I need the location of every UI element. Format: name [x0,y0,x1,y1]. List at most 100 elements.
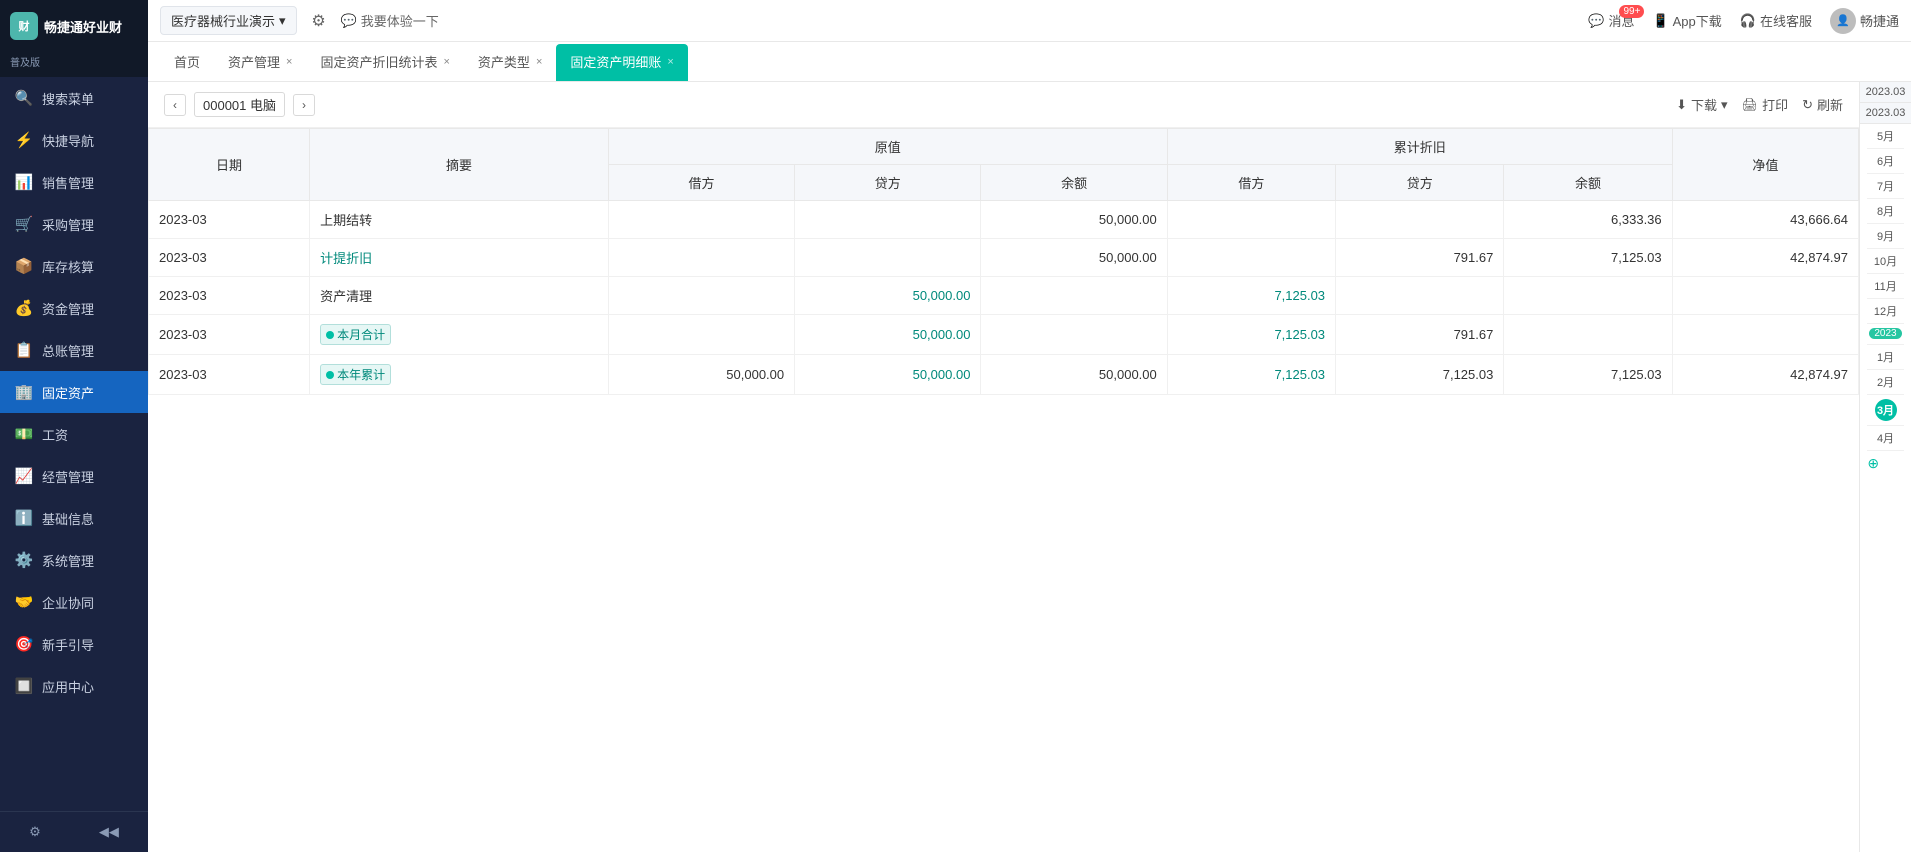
col-yz-credit: 贷方 [795,165,981,201]
message-icon: 💬 [1588,13,1604,29]
sidebar-icon-payroll: 💵 [14,424,34,444]
sidebar-nav: 🔍 搜索菜单 ⚡ 快捷导航 📊 销售管理 🛒 采购管理 📦 库存核算 💰 资金管… [0,77,148,811]
date-sidebar-header1: 2023.03 [1860,82,1911,103]
sidebar-item-capital[interactable]: 💰 资金管理 [0,287,148,329]
app-edition: 普及版 [0,52,148,77]
customer-service-btn[interactable]: 🎧 在线客服 [1740,11,1812,30]
sidebar-icon-inventory: 📦 [14,256,34,276]
sidebar-item-nav[interactable]: ⚡ 快捷导航 [0,119,148,161]
prev-asset-btn[interactable]: ‹ [164,94,186,116]
cell-summary-1: 计提折旧 [310,239,609,277]
main-area: 医疗器械行业演示 ▾ ⚙ 💬 我要体验一下 💬 消息 99+ 📱 App下载 🎧… [148,0,1911,852]
sidebar-item-search[interactable]: 🔍 搜索菜单 [0,77,148,119]
cell-netvalue-1: 42,874.97 [1672,239,1858,277]
tab-asset_type[interactable]: 资产类型× [464,44,556,81]
cell-yz-debit-1 [608,239,794,277]
sidebar-icon-operations: 📈 [14,466,34,486]
date-month-2月[interactable]: 2月 [1867,370,1903,395]
download-btn[interactable]: ⬇ 下载 ▾ [1676,95,1727,114]
col-summary: 摘要 [310,129,609,201]
experience-btn[interactable]: 💬 我要体验一下 [341,11,439,30]
topbar-settings-btn[interactable]: ⚙ [305,7,333,35]
app-download-btn[interactable]: 📱 App下载 [1652,11,1721,30]
table-row: 2023-03 资产清理 50,000.00 7,125.03 [149,277,1859,315]
sidebar-label-inventory: 库存核算 [42,257,94,276]
print-btn[interactable]: 🖨 打印 [1742,95,1789,114]
table-row: 2023-03 本月合计 50,000.00 7,125.03 791.67 [149,315,1859,355]
date-entry-5月[interactable]: 5月 [1867,124,1903,149]
asset-table: 日期 摘要 原值 累计折旧 净值 借方 贷方 余额 借方 贷方 余额 [148,128,1859,395]
sidebar-icon-fixed: 🏢 [14,382,34,402]
sidebar-label-purchase: 采购管理 [42,215,94,234]
date-month-1月[interactable]: 1月 [1867,345,1903,370]
tab-close-depreciation_stat[interactable]: × [443,56,449,68]
date-entry-6月[interactable]: 6月 [1867,149,1903,174]
download-icon: ⬇ [1676,97,1687,113]
sidebar-item-system[interactable]: ⚙️ 系统管理 [0,539,148,581]
project-selector[interactable]: 医疗器械行业演示 ▾ [160,6,297,35]
tab-asset_detail[interactable]: 固定资产明细账× [556,44,687,81]
date-year-badge: 2023 [1867,324,1903,345]
table-row: 2023-03 本年累计 50,000.00 50,000.00 50,000.… [149,355,1859,395]
cell-yz-credit-4: 50,000.00 [795,355,981,395]
sidebar-item-general[interactable]: 📋 总账管理 [0,329,148,371]
sidebar-item-purchase[interactable]: 🛒 采购管理 [0,203,148,245]
sidebar-item-payroll[interactable]: 💵 工资 [0,413,148,455]
message-badge: 99+ [1619,5,1644,18]
tab-home[interactable]: 首页 [160,44,214,81]
sidebar-item-basic[interactable]: ℹ️ 基础信息 [0,497,148,539]
date-entry-11月[interactable]: 11月 [1867,274,1903,299]
sidebar-item-sales[interactable]: 📊 销售管理 [0,161,148,203]
date-sidebar: 2023.03 2023.03 5月6月7月8月9月10月11月12月20231… [1859,82,1911,852]
date-entry-12月[interactable]: 12月 [1867,299,1903,324]
tab-close-asset_mgmt[interactable]: × [286,56,292,68]
sidebar-item-collab[interactable]: 🤝 企业协同 [0,581,148,623]
asset-code-tag: 000001 电脑 [194,92,285,117]
date-month-4月[interactable]: 4月 [1867,426,1903,451]
message-btn[interactable]: 💬 消息 99+ [1588,11,1634,30]
cell-date-1: 2023-03 [149,239,310,277]
date-month-3月[interactable]: 3月 [1867,395,1903,426]
date-entry-7月[interactable]: 7月 [1867,174,1903,199]
sidebar-item-inventory[interactable]: 📦 库存核算 [0,245,148,287]
date-scroll-down[interactable]: ⊕ [1867,451,1903,476]
sidebar-label-search: 搜索菜单 [42,89,94,108]
tab-label-home: 首页 [174,52,200,71]
cell-yz-balance-4: 50,000.00 [981,355,1167,395]
col-lj-balance: 余额 [1504,165,1672,201]
sidebar-label-general: 总账管理 [42,341,94,360]
sidebar-item-fixed[interactable]: 🏢 固定资产 [0,371,148,413]
tab-close-asset_detail[interactable]: × [667,56,673,68]
cell-netvalue-0: 43,666.64 [1672,201,1858,239]
date-entry-9月[interactable]: 9月 [1867,224,1903,249]
sidebar-item-operations[interactable]: 📈 经营管理 [0,455,148,497]
refresh-btn[interactable]: ↻ 刷新 [1802,95,1843,114]
cell-lj-debit-2: 7,125.03 [1167,277,1335,315]
sidebar-label-collab: 企业协同 [42,593,94,612]
sidebar-item-guide[interactable]: 🎯 新手引导 [0,623,148,665]
collapse-btn[interactable]: ◀◀ [91,820,127,844]
cell-yz-credit-3: 50,000.00 [795,315,981,355]
table-body: 2023-03 上期结转 50,000.00 6,333.36 43,666.6… [149,201,1859,395]
date-entry-10月[interactable]: 10月 [1867,249,1903,274]
col-leiji: 累计折旧 [1167,129,1672,165]
summary-badge-4: 本年累计 [320,364,391,385]
summary-badge-3: 本月合计 [320,324,391,345]
cell-date-0: 2023-03 [149,201,310,239]
next-asset-btn[interactable]: › [293,94,315,116]
cell-lj-debit-0 [1167,201,1335,239]
table-header-group-row: 日期 摘要 原值 累计折旧 净值 [149,129,1859,165]
sidebar-item-apps[interactable]: 🔲 应用中心 [0,665,148,707]
cell-lj-balance-0: 6,333.36 [1504,201,1672,239]
settings-btn[interactable]: ⚙ [21,820,49,844]
date-entry-8月[interactable]: 8月 [1867,199,1903,224]
cell-yz-balance-3 [981,315,1167,355]
toolbar-actions: ⬇ 下载 ▾ 🖨 打印 ↻ 刷新 [1676,95,1843,114]
col-yz-debit: 借方 [608,165,794,201]
tab-close-asset_type[interactable]: × [536,56,542,68]
experience-icon: 💬 [341,13,357,29]
cell-lj-balance-2 [1504,277,1672,315]
user-menu[interactable]: 👤 畅捷通 [1830,8,1899,34]
tab-depreciation_stat[interactable]: 固定资产折旧统计表× [306,44,463,81]
tab-asset_mgmt[interactable]: 资产管理× [214,44,306,81]
